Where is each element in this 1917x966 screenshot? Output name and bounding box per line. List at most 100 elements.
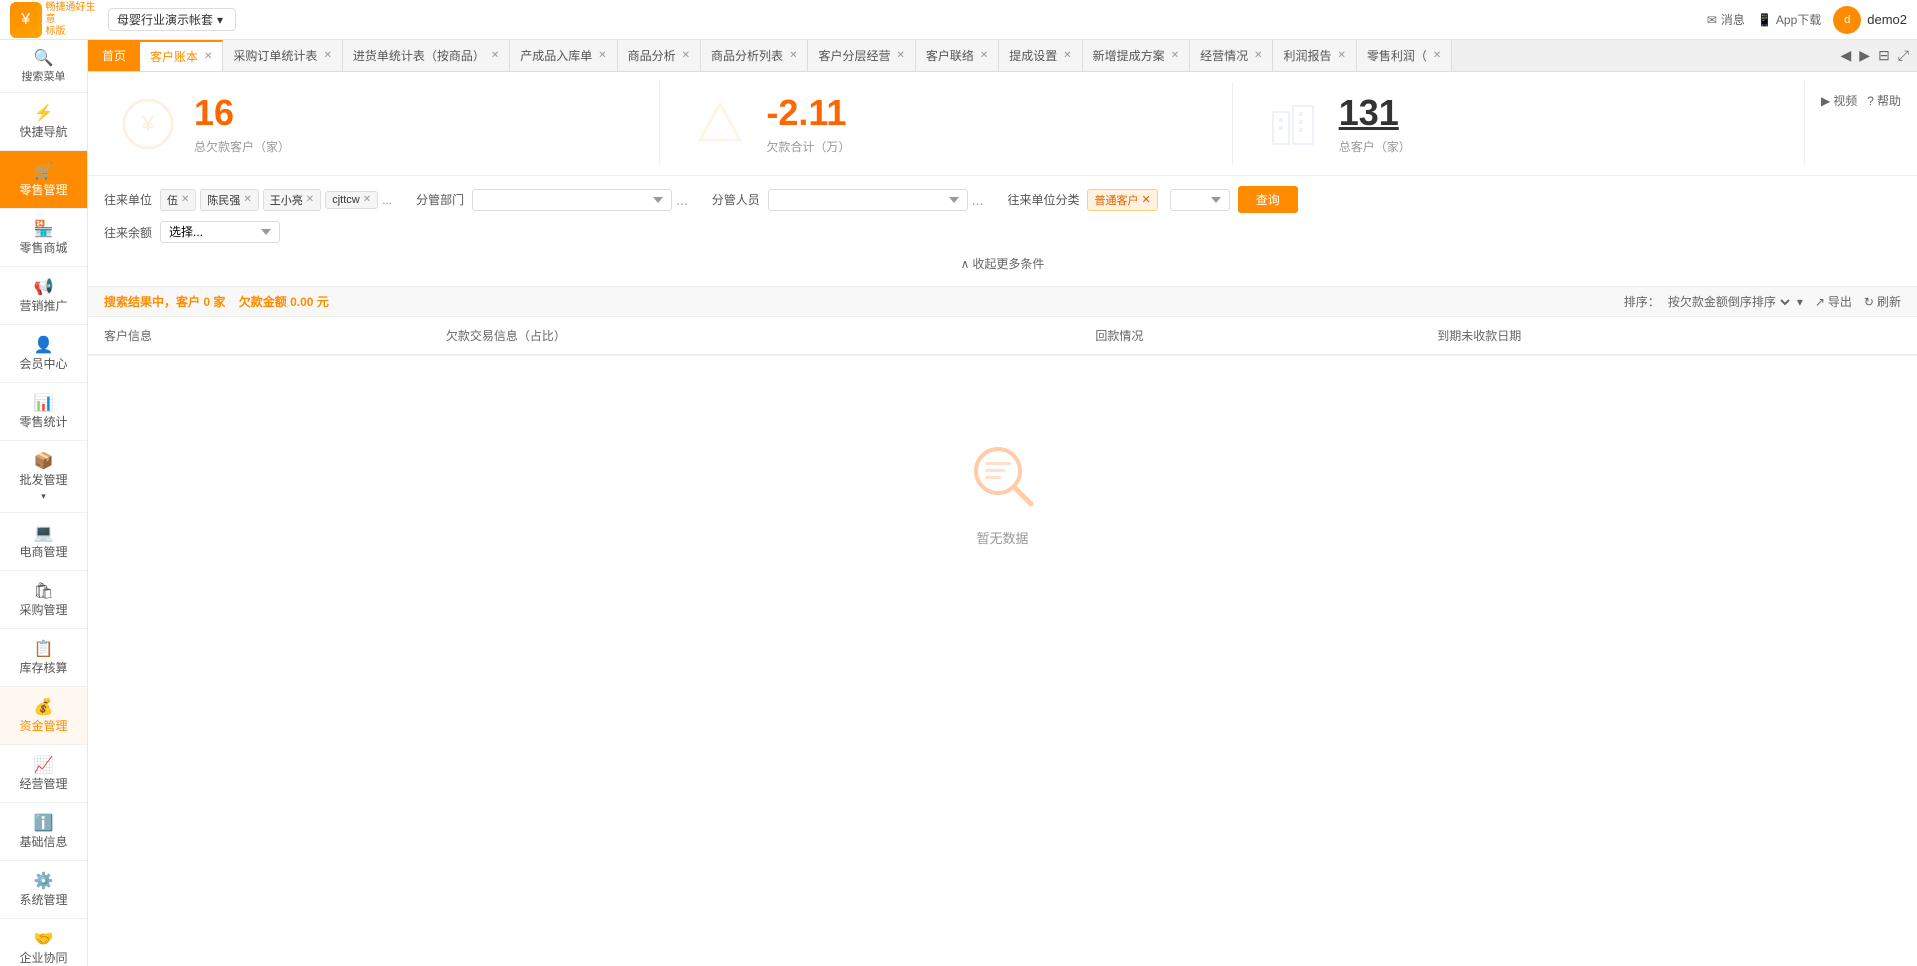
sort-select[interactable]: 按欠款金额倒序排序 — [1664, 294, 1793, 310]
tab-retail-profit[interactable]: 零售利润（ ✕ — [1357, 40, 1452, 72]
tab-stock-stats[interactable]: 进货单统计表（按商品） ✕ — [343, 40, 510, 72]
purchase-icon: 🛍 — [0, 581, 87, 601]
tab-close-icon[interactable]: ✕ — [682, 50, 690, 61]
tabs-next-button[interactable]: ▶ — [1857, 45, 1872, 66]
filter-tag-cjttcw[interactable]: cjttcw ✕ — [325, 191, 378, 209]
content-area: 首页 客户账本 ✕ 采购订单统计表 ✕ 进货单统计表（按商品） ✕ 产成品入库单… — [88, 40, 1917, 966]
sidebar: 🔍 搜索菜单 ⚡ 快捷导航 🛒 零售管理 🏪 零售商城 📢 营销推广 👤 — [0, 40, 88, 966]
tag-remove-icon[interactable]: ✕ — [1141, 193, 1150, 206]
sidebar-item-search[interactable]: 🔍 搜索菜单 — [0, 40, 87, 93]
filter-more-tags[interactable]: ... — [382, 193, 392, 207]
messages-button[interactable]: ✉ 消息 — [1707, 11, 1745, 28]
tab-close-icon[interactable]: ✕ — [598, 50, 606, 61]
collapse-button[interactable]: ∧ 收起更多条件 — [961, 255, 1045, 272]
help-btn[interactable]: ? 帮助 — [1867, 92, 1901, 109]
tab-close-icon[interactable]: ✕ — [789, 50, 797, 61]
tabs-prev-button[interactable]: ◀ — [1839, 45, 1854, 66]
tag-remove-icon[interactable]: ✕ — [243, 194, 251, 205]
sidebar-item-system[interactable]: ⚙️ 系统管理 — [0, 861, 87, 919]
tab-product-analysis[interactable]: 商品分析 ✕ — [618, 40, 701, 72]
tab-close-icon[interactable]: ✕ — [980, 50, 988, 61]
sort-chevron-icon: ▾ — [1797, 295, 1803, 309]
tab-new-raise-plan[interactable]: 新增提成方案 ✕ — [1083, 40, 1190, 72]
tab-profit-report[interactable]: 利润报告 ✕ — [1273, 40, 1356, 72]
unit-type-select[interactable] — [1170, 189, 1230, 211]
tag-remove-icon[interactable]: ✕ — [306, 194, 314, 205]
tabs-expand-button[interactable]: ⤢ — [1896, 45, 1911, 66]
tab-close-icon[interactable]: ✕ — [896, 50, 904, 61]
video-btn[interactable]: ▶ 视频 — [1821, 92, 1857, 109]
tab-product-stock[interactable]: 产成品入库单 ✕ — [510, 40, 617, 72]
tab-home[interactable]: 首页 — [88, 40, 140, 72]
tab-raise-settings[interactable]: 提成设置 ✕ — [999, 40, 1082, 72]
query-button[interactable]: 查询 — [1238, 186, 1298, 213]
dept-select[interactable] — [472, 189, 672, 211]
person-select[interactable] — [768, 189, 968, 211]
tab-close-icon[interactable]: ✕ — [1254, 50, 1262, 61]
tabs-menu-button[interactable]: ⊟ — [1876, 45, 1892, 66]
col-debt-info: 欠款交易信息（占比） — [430, 317, 1080, 355]
tag-remove-icon[interactable]: ✕ — [363, 194, 371, 205]
dept-more-icon[interactable]: ... — [676, 192, 688, 208]
inventory-icon: 📋 — [0, 639, 87, 659]
tab-customer-contact[interactable]: 客户联络 ✕ — [916, 40, 999, 72]
tab-close-icon[interactable]: ✕ — [323, 50, 331, 61]
tab-close-icon[interactable]: ✕ — [1433, 50, 1441, 61]
balance-select[interactable]: 选择... — [160, 221, 280, 243]
phone-icon: 📱 — [1757, 13, 1772, 27]
refresh-button[interactable]: ↻ 刷新 — [1864, 293, 1901, 310]
tab-close-icon[interactable]: ✕ — [1338, 50, 1346, 61]
handshake-icon: 🤝 — [0, 929, 87, 949]
user-area[interactable]: d demo2 — [1833, 6, 1907, 34]
sidebar-item-wholesale[interactable]: 📦 批发管理 ▾ — [0, 441, 87, 513]
tab-close-icon[interactable]: ✕ — [491, 50, 499, 61]
tab-purchase-orders[interactable]: 采购订单统计表 ✕ — [223, 40, 342, 72]
filter-tag-chen[interactable]: 陈民强 ✕ — [200, 189, 258, 211]
tab-business-status[interactable]: 经营情况 ✕ — [1190, 40, 1273, 72]
tab-close-icon[interactable]: ✕ — [1171, 50, 1179, 61]
debt-icon: - — [690, 94, 750, 154]
collapse-icon: ∧ — [961, 257, 970, 271]
export-button[interactable]: ↗ 导出 — [1815, 293, 1852, 310]
message-icon: ✉ — [1707, 13, 1717, 27]
main-area: 🔍 搜索菜单 ⚡ 快捷导航 🛒 零售管理 🏪 零售商城 📢 营销推广 👤 — [0, 40, 1917, 966]
stat-info-customers: 16 总欠款客户（家） — [194, 92, 290, 155]
stat-total-all-customers: 131 总客户（家） — [1233, 82, 1805, 165]
filter-tag-normal-customer[interactable]: 普通客户 ✕ — [1087, 189, 1157, 211]
tab-close-icon[interactable]: ✕ — [1063, 50, 1071, 61]
top-right-area: ✉ 消息 📱 App下载 d demo2 — [1707, 6, 1907, 34]
sidebar-item-retail-mall[interactable]: 🏪 零售商城 — [0, 209, 87, 267]
tab-customers[interactable]: 客户账本 ✕ — [140, 40, 223, 72]
sidebar-item-retail-stats[interactable]: 📊 零售统计 — [0, 383, 87, 441]
finance-icon: 💰 — [0, 697, 87, 717]
col-repayment: 回款情况 — [1079, 317, 1421, 355]
filter-tag-wu[interactable]: 伍 ✕ — [160, 189, 196, 211]
page-content: ¥ 16 总欠款客户（家） - — [88, 72, 1917, 966]
filter-unit-type-tags: 普通客户 ✕ — [1087, 189, 1157, 211]
tab-close-icon[interactable]: ✕ — [204, 51, 212, 62]
dept-select-wrap: ... — [472, 189, 688, 211]
ecommerce-icon: 💻 — [0, 523, 87, 543]
sidebar-item-purchase[interactable]: 🛍 采购管理 — [0, 571, 87, 629]
package-icon: 📦 — [0, 451, 87, 471]
sidebar-item-operations[interactable]: 📈 经营管理 — [0, 745, 87, 803]
sidebar-item-corp-agreement[interactable]: 🤝 企业协同 — [0, 919, 87, 966]
sidebar-item-quick-nav[interactable]: ⚡ 快捷导航 — [0, 93, 87, 151]
tab-product-analysis-list[interactable]: 商品分析列表 ✕ — [701, 40, 808, 72]
tag-remove-icon[interactable]: ✕ — [181, 194, 189, 205]
sidebar-item-member[interactable]: 👤 会员中心 — [0, 325, 87, 383]
filter-tag-wang[interactable]: 王小亮 ✕ — [263, 189, 321, 211]
sidebar-item-ecommerce[interactable]: 💻 电商管理 — [0, 513, 87, 571]
sidebar-item-finance[interactable]: 💰 资金管理 — [0, 687, 87, 745]
app-download-button[interactable]: 📱 App下载 — [1757, 11, 1821, 28]
tab-customer-segment[interactable]: 客户分层经营 ✕ — [808, 40, 915, 72]
system-selector[interactable]: 母婴行业演示帐套 ▾ — [108, 8, 236, 31]
sidebar-item-retail-mgmt[interactable]: 🛒 零售管理 — [0, 151, 87, 209]
person-more-icon[interactable]: ... — [972, 192, 984, 208]
cart-icon: 🛒 — [0, 161, 87, 181]
chevron-down-icon: ▾ — [217, 13, 223, 27]
sidebar-item-inventory[interactable]: 📋 库存核算 — [0, 629, 87, 687]
sidebar-item-basic-info[interactable]: ℹ️ 基础信息 — [0, 803, 87, 861]
svg-text:¥: ¥ — [141, 111, 155, 136]
sidebar-item-marketing[interactable]: 📢 营销推广 — [0, 267, 87, 325]
